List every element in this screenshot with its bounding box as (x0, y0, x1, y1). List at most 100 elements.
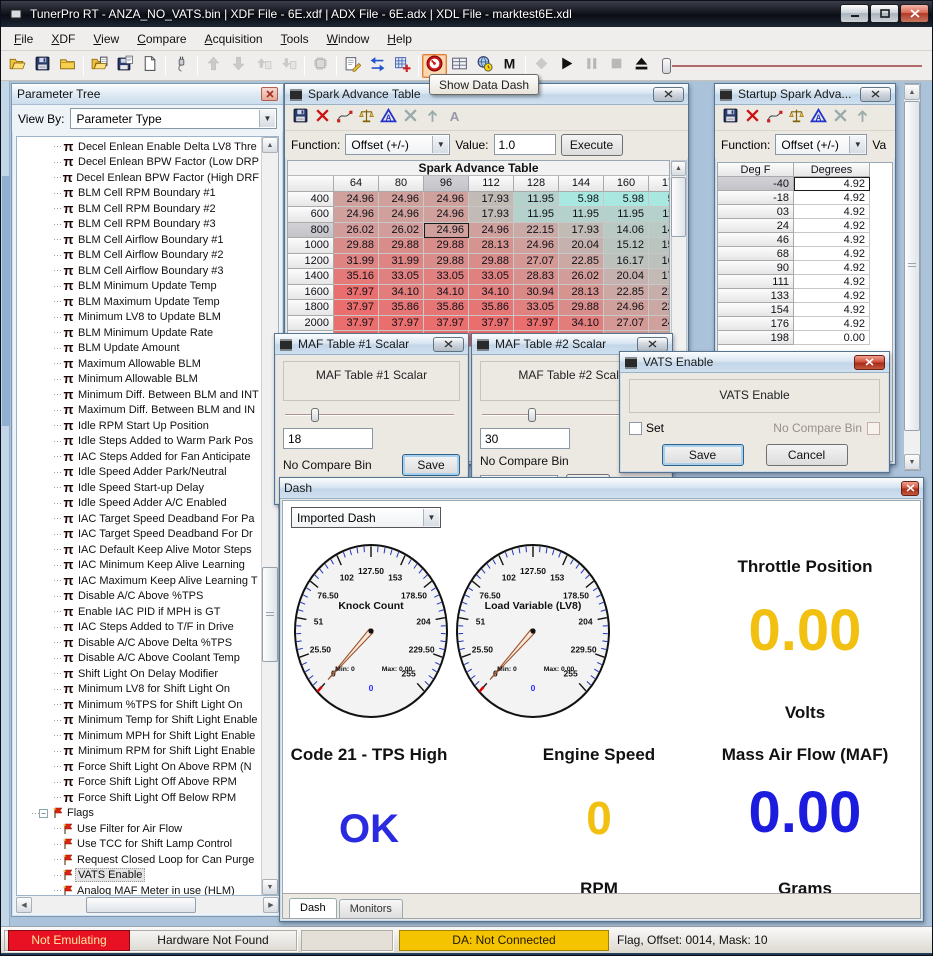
table-cell[interactable]: 27.07 (514, 254, 559, 270)
label-button[interactable]: A (443, 107, 465, 129)
table-cell[interactable]: 24.96 (424, 223, 469, 239)
tab-dash[interactable]: Dash (289, 898, 337, 919)
table-cell[interactable]: 11.95 (514, 207, 559, 223)
table-cell[interactable]: 29.88 (334, 238, 379, 254)
tree-item[interactable]: ⋯πBLM Maximum Update Temp (17, 294, 261, 310)
add-table-button[interactable] (390, 54, 415, 78)
table-cell[interactable]: 24.96 (469, 223, 514, 239)
table-cell[interactable]: 29.88 (559, 300, 604, 316)
table-cell[interactable]: 11.95 (514, 192, 559, 208)
row-header[interactable]: 133 (718, 289, 794, 303)
col-header[interactable]: 80 (379, 176, 424, 192)
row-header[interactable]: 68 (718, 247, 794, 261)
table-cell[interactable]: 33.05 (424, 269, 469, 285)
close-bin-button[interactable] (55, 54, 80, 78)
scroll-down-icon[interactable]: ▼ (904, 454, 920, 470)
tree-item[interactable]: ⋯πForce Shift Light On Above RPM (N (17, 759, 261, 775)
tree-item[interactable]: ⋯πIAC Target Speed Deadband For Dr (17, 527, 261, 543)
tree-item[interactable]: ⋯πDisable A/C Above %TPS (17, 589, 261, 605)
tree-item[interactable]: ⋯πBLM Minimum Update Rate (17, 325, 261, 341)
table-cell[interactable]: 11.95 (649, 207, 670, 223)
row-header[interactable]: 1400 (288, 269, 334, 285)
table-cell[interactable]: 24.96 (334, 207, 379, 223)
table-cell[interactable]: 34.10 (469, 285, 514, 301)
table-cell[interactable]: 27.07 (604, 316, 649, 332)
move-down-button[interactable] (226, 54, 251, 78)
table-cell[interactable]: 11.95 (559, 207, 604, 223)
trace-button[interactable] (851, 107, 873, 129)
tree-item[interactable]: ⋯Use TCC for Shift Lamp Control (17, 837, 261, 853)
tree-item[interactable]: ⋯πIdle Speed Start-up Delay (17, 480, 261, 496)
table-cell[interactable]: 24.96 (604, 300, 649, 316)
table-cell[interactable]: 22.15 (514, 223, 559, 239)
col-header[interactable]: 96 (424, 176, 469, 192)
menu-help[interactable]: Help (378, 29, 421, 49)
table-cell[interactable]: 37.97 (424, 316, 469, 332)
table-cell[interactable]: 17.93 (469, 192, 514, 208)
maximize-button[interactable] (870, 4, 899, 23)
pause-button[interactable] (579, 54, 604, 78)
menu-window[interactable]: Window (318, 29, 379, 49)
row-header[interactable]: 90 (718, 261, 794, 275)
maf2-value-input[interactable]: 30 (480, 428, 570, 449)
tree-item[interactable]: ⋯πMinimum RPM for Shift Light Enable (17, 744, 261, 760)
table-cell[interactable]: 26.02 (334, 223, 379, 239)
tree-item[interactable]: ⋯πShift Light On Delay Modifier (17, 666, 261, 682)
menu-file[interactable]: File (5, 29, 42, 49)
delta-view-button[interactable]: A (377, 107, 399, 129)
tree-vertical-scrollbar[interactable]: ▲ ▼ (261, 137, 278, 895)
clear-button[interactable] (829, 107, 851, 129)
row-header[interactable]: -18 (718, 191, 794, 205)
table-cell[interactable]: 5.98 (649, 192, 670, 208)
stop-button[interactable] (604, 54, 629, 78)
value-input[interactable]: 1.0 (494, 134, 556, 155)
row-header[interactable]: 1600 (288, 285, 334, 301)
view-graph-button[interactable] (333, 107, 355, 129)
emulator-chip-button[interactable] (308, 54, 333, 78)
compare-bins-button[interactable] (365, 54, 390, 78)
tree-item[interactable]: ⋯VATS Enable (17, 868, 261, 884)
dash-selector[interactable]: Imported Dash ▼ (291, 507, 441, 528)
compare-scales-button[interactable] (785, 107, 807, 129)
menu-tools[interactable]: Tools (272, 29, 318, 49)
tree-item[interactable]: ⋯πBLM Minimum Update Temp (17, 279, 261, 295)
table-cell[interactable]: 20.04 (559, 238, 604, 254)
tree-item[interactable]: ⋯πIAC Default Keep Alive Motor Steps (17, 542, 261, 558)
tree-item[interactable]: ⋯πMaximum Allowable BLM (17, 356, 261, 372)
table-cell[interactable]: 4.92 (794, 303, 870, 317)
scroll-left-icon[interactable]: ◀ (16, 897, 32, 913)
col-header[interactable]: 64 (334, 176, 379, 192)
col-header[interactable]: Deg F (718, 163, 794, 177)
item-properties-button[interactable] (340, 54, 365, 78)
table-cell[interactable]: 15.12 (604, 238, 649, 254)
tree-item[interactable]: ⋯πDisable A/C Above Coolant Temp (17, 651, 261, 667)
table-cell[interactable]: 17.93 (649, 269, 670, 285)
table-cell[interactable]: 17.93 (469, 207, 514, 223)
save-xdf-button[interactable] (112, 54, 137, 78)
table-cell[interactable]: 34.10 (379, 285, 424, 301)
tree-item[interactable]: ⋯πDecel Enlean BPW Factor (Low DRP (17, 155, 261, 171)
tree-item[interactable]: ⋯πBLM Cell RPM Boundary #3 (17, 217, 261, 233)
new-xdf-button[interactable] (137, 54, 162, 78)
eject-button[interactable] (629, 54, 654, 78)
col-header[interactable]: Degrees (794, 163, 870, 177)
tree-item[interactable]: ⋯πMinimum MPH for Shift Light Enable (17, 728, 261, 744)
tree-item[interactable]: ⋯πMinimum Allowable BLM (17, 372, 261, 388)
execute-button[interactable]: Execute (561, 134, 623, 156)
scroll-up-icon[interactable]: ▲ (904, 84, 920, 100)
table-cell[interactable]: 28.83 (514, 269, 559, 285)
table-cell[interactable]: 29.88 (424, 254, 469, 270)
table-cell[interactable]: 24.96 (424, 207, 469, 223)
function-select[interactable]: Offset (+/-) ▼ (775, 134, 867, 155)
maf1-save-button[interactable]: Save (402, 454, 460, 476)
table-cell[interactable]: 29.88 (469, 254, 514, 270)
vats-cancel-button[interactable]: Cancel (766, 444, 848, 466)
upload-emulator-button[interactable] (251, 54, 276, 78)
emulation-probe-button[interactable] (169, 54, 194, 78)
table-cell[interactable]: 24.96 (514, 238, 559, 254)
minimize-button[interactable] (840, 4, 869, 23)
table-cell[interactable]: 5.98 (559, 192, 604, 208)
collapse-icon[interactable]: − (39, 809, 48, 818)
menu-xdf[interactable]: XDF (42, 29, 84, 49)
table-cell[interactable]: 26.02 (379, 223, 424, 239)
